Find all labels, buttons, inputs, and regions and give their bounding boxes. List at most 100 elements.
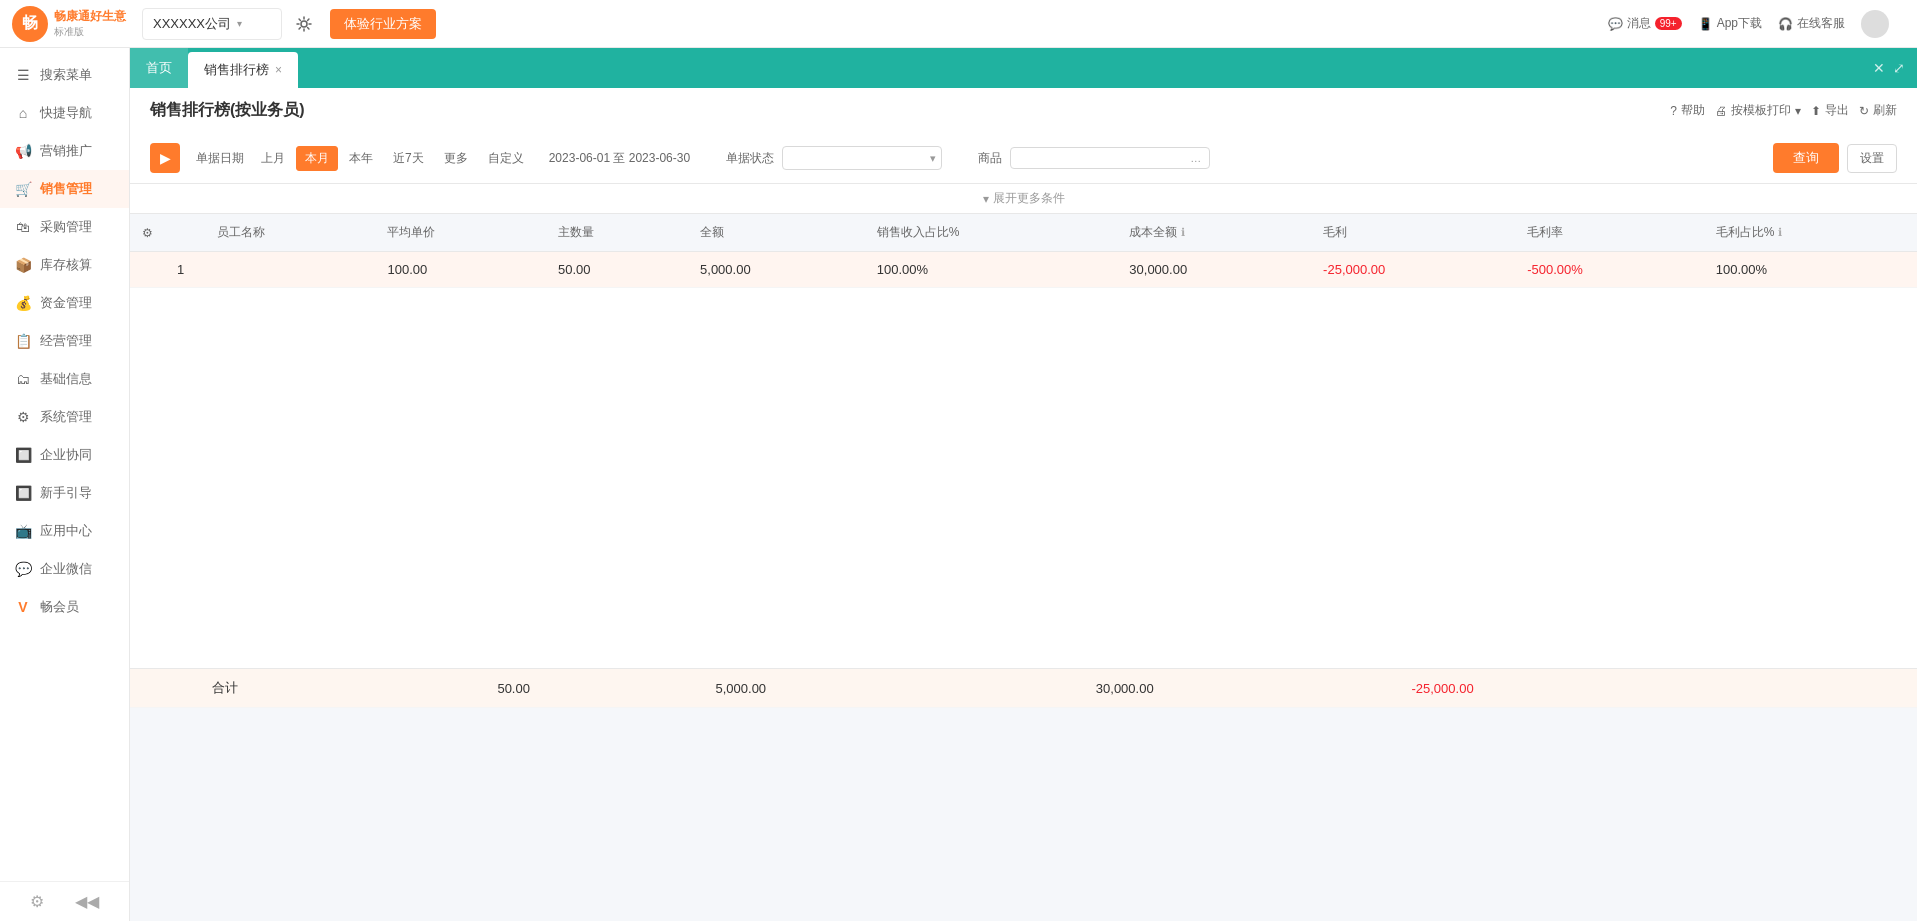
refresh-button[interactable]: ↻ 刷新: [1859, 102, 1897, 119]
page-header: 销售排行榜(按业务员) ? 帮助 🖨 按模板打印 ▾: [130, 88, 1917, 184]
marketing-icon: 📢: [14, 142, 32, 160]
table-footer: 合计 50.00 5,000.00 30,000.00 -25,000.00: [130, 668, 1917, 708]
footer-amount-cell: 5,000.00: [704, 669, 992, 708]
th-gross: 毛利: [1311, 214, 1515, 252]
date-filter-label: 单据日期: [196, 150, 244, 167]
sidebar-item-management[interactable]: 📋 经营管理: [0, 322, 129, 360]
date-tab-thismonth[interactable]: 本月: [296, 146, 338, 171]
date-tab-7days[interactable]: 近7天: [384, 146, 433, 171]
th-name: 员工名称: [205, 214, 375, 252]
online-service-button[interactable]: 🎧 在线客服: [1778, 15, 1845, 32]
date-tab-lastmonth[interactable]: 上月: [252, 146, 294, 171]
sidebar-label-member: 畅会员: [40, 598, 79, 616]
footer-cost-cell: 30,000.00: [1084, 669, 1400, 708]
avatar[interactable]: [1861, 10, 1889, 38]
tab-close-icon[interactable]: ×: [275, 63, 282, 77]
goods-input[interactable]: [1019, 151, 1190, 165]
footer-row: 合计 50.00 5,000.00 30,000.00 -25,000.00: [130, 669, 1917, 708]
date-tabs: 上月 本月 本年 近7天 更多 自定义: [252, 146, 533, 171]
footer-gear-cell: [130, 669, 160, 708]
sidebar-item-purchase[interactable]: 🛍 采购管理: [0, 208, 129, 246]
finance-icon: 💰: [14, 294, 32, 312]
goods-more-icon[interactable]: …: [1190, 152, 1201, 164]
sidebar-item-basic[interactable]: 🗂 基础信息: [0, 360, 129, 398]
filter-collapse-button[interactable]: ▶: [150, 143, 180, 173]
query-button[interactable]: 查询: [1773, 143, 1839, 173]
filter-date-item: 单据日期 上月 本月 本年 近7天 更多 自定义 2023-06-01 至 20…: [196, 146, 690, 171]
sidebar-item-search[interactable]: ☰ 搜索菜单: [0, 56, 129, 94]
sidebar-item-inventory[interactable]: 📦 库存核算: [0, 246, 129, 284]
company-selector[interactable]: XXXXXX公司 ▾: [142, 8, 282, 40]
footer-gross-cell: -25,000.00: [1399, 669, 1731, 708]
status-select-wrapper: [782, 146, 942, 170]
sidebar-item-quicknav[interactable]: ⌂ 快捷导航: [0, 94, 129, 132]
date-tab-custom[interactable]: 自定义: [479, 146, 533, 171]
row-cost: 30,000.00: [1117, 252, 1311, 288]
sidebar-item-system[interactable]: ⚙ 系统管理: [0, 398, 129, 436]
footer-table: 合计 50.00 5,000.00 30,000.00 -25,000.00: [130, 669, 1917, 708]
tab-sales-ranking[interactable]: 销售排行榜 ×: [188, 52, 298, 88]
export-button[interactable]: ⬆ 导出: [1811, 102, 1849, 119]
tab-restore-icon[interactable]: ⤢: [1893, 60, 1905, 76]
sidebar-label-system: 系统管理: [40, 408, 92, 426]
footer-qty-cell: 50.00: [485, 669, 703, 708]
sidebar-item-guide[interactable]: 🔲 新手引导: [0, 474, 129, 512]
status-filter-label: 单据状态: [726, 150, 774, 167]
filter-row-1: ▶ 单据日期 上月 本月 本年 近7天 更多 自定义: [150, 143, 1897, 173]
print-dropdown-arrow: ▾: [1795, 104, 1801, 118]
empty-space: [130, 288, 1917, 668]
refresh-icon: ↻: [1859, 104, 1869, 118]
sidebar-item-cooperation[interactable]: 🔲 企业协同: [0, 436, 129, 474]
sidebar-label-cooperation: 企业协同: [40, 446, 92, 464]
cooperation-icon: 🔲: [14, 446, 32, 464]
sidebar: ☰ 搜索菜单 ⌂ 快捷导航 📢 营销推广 🛒 销售管理 🛍 采购管理: [0, 48, 130, 921]
filter-collapse-icon: ▶: [160, 150, 171, 166]
tab-home[interactable]: 首页: [130, 48, 188, 88]
footer-total-label: 合计: [212, 680, 238, 695]
message-button[interactable]: 💬 消息 99+: [1608, 15, 1682, 32]
sidebar-item-finance[interactable]: 💰 资金管理: [0, 284, 129, 322]
sidebar-item-sales[interactable]: 🛒 销售管理: [0, 170, 129, 208]
table-gear-icon[interactable]: ⚙: [142, 226, 153, 240]
sidebar-item-member[interactable]: V 畅会员: [0, 588, 129, 626]
trial-button[interactable]: 体验行业方案: [330, 9, 436, 39]
sidebar-item-wechat[interactable]: 💬 企业微信: [0, 550, 129, 588]
sidebar-item-marketing[interactable]: 📢 营销推广: [0, 132, 129, 170]
print-button[interactable]: 🖨 按模板打印 ▾: [1715, 102, 1801, 119]
sidebar-label-basic: 基础信息: [40, 370, 92, 388]
main-area: ☰ 搜索菜单 ⌂ 快捷导航 📢 营销推广 🛒 销售管理 🛍 采购管理: [0, 48, 1917, 921]
settings-text-button[interactable]: 设置: [1847, 144, 1897, 173]
sidebar-item-appcenter[interactable]: 📺 应用中心: [0, 512, 129, 550]
logo-icon: 畅: [12, 6, 48, 42]
expand-more-label: 展开更多条件: [993, 190, 1065, 207]
table-head: ⚙ 员工名称 平均单价 主数量 全额 销售收入占比% 成本全额: [130, 214, 1917, 252]
page-title: 销售排行榜(按业务员): [150, 100, 305, 121]
footer-salespct-cell: [991, 669, 1084, 708]
row-gear: [130, 252, 165, 288]
sidebar-settings-icon[interactable]: ⚙: [30, 892, 44, 911]
sidebar-label-guide: 新手引导: [40, 484, 92, 502]
sidebar-label-appcenter: 应用中心: [40, 522, 92, 540]
date-range-text: 2023-06-01 至 2023-06-30: [549, 150, 690, 167]
topbar-settings-button[interactable]: [288, 8, 320, 40]
sidebar-collapse-icon[interactable]: ◀◀: [75, 892, 99, 911]
row-gross: -25,000.00: [1311, 252, 1515, 288]
expand-more-button[interactable]: ▾ 展开更多条件: [983, 190, 1065, 207]
help-button[interactable]: ? 帮助: [1670, 102, 1705, 119]
table-body: 1 100.00 50.00 5,000.00 100.00% 30,000.0…: [130, 252, 1917, 288]
sidebar-label-marketing: 营销推广: [40, 142, 92, 160]
th-avg-price: 平均单价: [375, 214, 545, 252]
app-download-button[interactable]: 📱 App下载: [1698, 15, 1762, 32]
footer-body: 合计 50.00 5,000.00 30,000.00 -25,000.00: [130, 669, 1917, 708]
date-tab-thisyear[interactable]: 本年: [340, 146, 382, 171]
tab-close-window-icon[interactable]: ✕: [1873, 60, 1885, 76]
row-avg-price: 100.00: [375, 252, 545, 288]
date-tab-more[interactable]: 更多: [435, 146, 477, 171]
table-row: 1 100.00 50.00 5,000.00 100.00% 30,000.0…: [130, 252, 1917, 288]
status-select[interactable]: [782, 146, 942, 170]
sidebar-label-sales: 销售管理: [40, 180, 92, 198]
sidebar-label-inventory: 库存核算: [40, 256, 92, 274]
sidebar-label-management: 经营管理: [40, 332, 92, 350]
filter-area: ▶ 单据日期 上月 本月 本年 近7天 更多 自定义: [150, 133, 1897, 183]
th-qty: 主数量: [546, 214, 688, 252]
